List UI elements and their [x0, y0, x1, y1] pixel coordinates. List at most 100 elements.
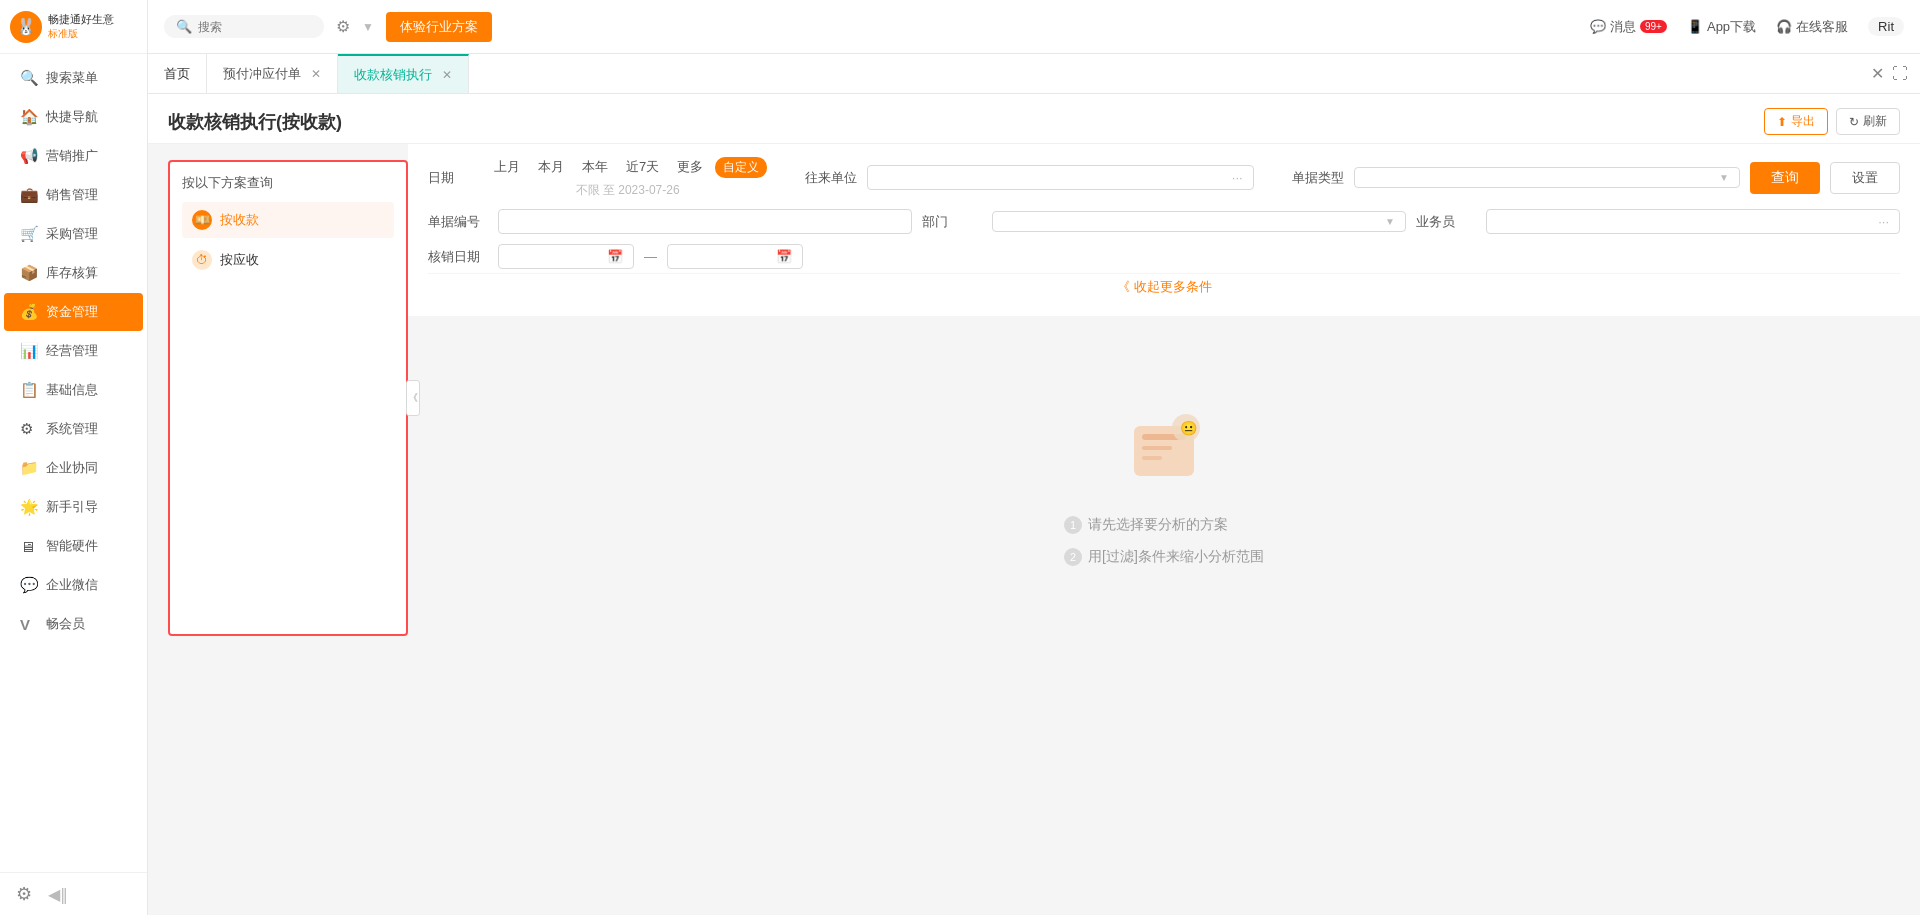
app-icon: 📱 [1687, 19, 1703, 34]
message-icon: 💬 [1590, 19, 1606, 34]
verify-date-start-input[interactable]: 2023-03-01 📅 [498, 244, 634, 269]
empty-tip-2: 2 用[过滤]条件来缩小分析范围 [1064, 548, 1264, 566]
query-option-by-receipt[interactable]: 💴 按收款 [182, 202, 394, 238]
counterparty-input[interactable]: ··· [867, 165, 1253, 190]
empty-tip-1: 1 请先选择要分析的方案 [1064, 516, 1228, 534]
chevron-down-icon: ▼ [1719, 172, 1729, 183]
marketing-icon: 📢 [20, 147, 38, 165]
tab-receivable[interactable]: 收款核销执行 ✕ [338, 54, 469, 93]
date-filter-label: 日期 [428, 169, 478, 187]
sidebar-item-collab[interactable]: 📁 企业协同 [4, 449, 143, 487]
empty-tip-2-text: 用[过滤]条件来缩小分析范围 [1088, 548, 1264, 566]
settings-button[interactable]: 设置 [1830, 162, 1900, 194]
online-service-item[interactable]: 🎧 在线客服 [1776, 18, 1848, 36]
tab-prepay-label: 预付冲应付单 [223, 65, 301, 83]
sidebar-item-label: 智能硬件 [46, 537, 98, 555]
sidebar-item-inventory[interactable]: 📦 库存核算 [4, 254, 143, 292]
sidebar-item-sales[interactable]: 💼 销售管理 [4, 176, 143, 214]
sidebar-item-system[interactable]: ⚙ 系统管理 [4, 410, 143, 448]
topbar-chevron[interactable]: ▼ [362, 20, 374, 34]
collapse-more-button[interactable]: 《 收起更多条件 [428, 273, 1900, 304]
sidebar-item-finance[interactable]: 💰 资金管理 [4, 293, 143, 331]
sidebar-item-label: 营销推广 [46, 147, 98, 165]
query-panel: 按以下方案查询 💴 按收款 ⏱ 按应收 《 [168, 160, 408, 636]
search-input[interactable] [198, 20, 312, 34]
date-shortcut-7days[interactable]: 近7天 [620, 156, 665, 178]
calendar-start-icon[interactable]: 📅 [607, 249, 623, 264]
hardware-icon: 🖥 [20, 538, 38, 555]
sidebar-item-marketing[interactable]: 📢 营销推广 [4, 137, 143, 175]
expand-tabs-icon[interactable]: ⛶ [1892, 65, 1908, 83]
sidebar-item-purchase[interactable]: 🛒 采购管理 [4, 215, 143, 253]
sidebar-item-search[interactable]: 🔍 搜索菜单 [4, 59, 143, 97]
sidebar-item-basic[interactable]: 📋 基础信息 [4, 371, 143, 409]
sidebar-item-label: 新手引导 [46, 498, 98, 516]
staff-field[interactable] [1497, 214, 1878, 229]
guide-icon: 🌟 [20, 498, 38, 516]
staff-dots[interactable]: ··· [1878, 214, 1889, 229]
search-icon: 🔍 [20, 69, 38, 87]
staff-input[interactable]: ··· [1486, 209, 1900, 234]
user-profile[interactable]: Rit [1868, 17, 1904, 36]
export-button[interactable]: ⬆ 导出 [1764, 108, 1828, 135]
verify-date-start-field[interactable]: 2023-03-01 [509, 249, 599, 264]
tab-receivable-label: 收款核销执行 [354, 66, 432, 84]
sidebar-item-label: 快捷导航 [46, 108, 98, 126]
dept-chevron-icon: ▼ [1385, 216, 1395, 227]
calendar-end-icon[interactable]: 📅 [776, 249, 792, 264]
solution-button[interactable]: 体验行业方案 [386, 12, 492, 42]
date-shortcut-custom[interactable]: 自定义 [715, 157, 767, 178]
svg-text:😐: 😐 [1180, 420, 1198, 437]
collapse-panel-button[interactable]: 《 [406, 380, 420, 416]
query-option-by-receivable[interactable]: ⏱ 按应收 [182, 242, 394, 278]
tip-num-2: 2 [1064, 548, 1082, 566]
sidebar-item-member[interactable]: V 畅会员 [4, 605, 143, 643]
counterparty-dots[interactable]: ··· [1232, 170, 1243, 185]
svg-rect-2 [1142, 446, 1172, 450]
close-prepay-tab[interactable]: ✕ [311, 67, 321, 81]
close-receivable-tab[interactable]: ✕ [442, 68, 452, 82]
search-box[interactable]: 🔍 [164, 15, 324, 38]
online-service-label: 在线客服 [1796, 18, 1848, 36]
dept-select[interactable]: ▼ [992, 211, 1406, 232]
bill-type-select[interactable]: ▼ [1354, 167, 1740, 188]
sidebar-item-operation[interactable]: 📊 经营管理 [4, 332, 143, 370]
verify-date-end-field[interactable]: 2023-07-21 [678, 249, 768, 264]
query-button[interactable]: 查询 [1750, 162, 1820, 194]
date-shortcut-more[interactable]: 更多 [671, 156, 709, 178]
query-option-receipt-label: 按收款 [220, 211, 259, 229]
tab-prepay[interactable]: 预付冲应付单 ✕ [207, 54, 338, 93]
verify-date-label: 核销日期 [428, 248, 488, 266]
staff-label: 业务员 [1416, 213, 1476, 231]
close-all-tabs-icon[interactable]: ✕ [1871, 64, 1884, 83]
sidebar-item-label: 基础信息 [46, 381, 98, 399]
bill-number-field[interactable] [509, 214, 901, 229]
collab-icon: 📁 [20, 459, 38, 477]
sidebar-item-weixin[interactable]: 💬 企业微信 [4, 566, 143, 604]
sidebar-item-hardware[interactable]: 🖥 智能硬件 [4, 527, 143, 565]
date-shortcut-this-year[interactable]: 本年 [576, 156, 614, 178]
sidebar-bottom: ⚙ ◀‖ [0, 872, 147, 915]
content-area: 收款核销执行(按收款) ⬆ 导出 ↻ 刷新 按以下方案查询 [148, 94, 1920, 915]
counterparty-field[interactable] [878, 170, 1232, 185]
sidebar-item-nav[interactable]: 🏠 快捷导航 [4, 98, 143, 136]
collapse-sidebar-icon[interactable]: ◀‖ [48, 885, 68, 904]
sales-icon: 💼 [20, 186, 38, 204]
basic-icon: 📋 [20, 381, 38, 399]
gear-icon[interactable]: ⚙ [336, 17, 350, 36]
finance-icon: 💰 [20, 303, 38, 321]
sidebar-item-label: 销售管理 [46, 186, 98, 204]
topbar: 🔍 ⚙ ▼ 体验行业方案 💬 消息 99+ 📱 App下载 🎧 在线客服 Rit [148, 0, 1920, 54]
message-badge-item[interactable]: 💬 消息 99+ [1590, 18, 1667, 36]
verify-date-end-input[interactable]: 2023-07-21 📅 [667, 244, 803, 269]
tab-home[interactable]: 首页 [148, 54, 207, 93]
app-download-item[interactable]: 📱 App下载 [1687, 18, 1756, 36]
refresh-button[interactable]: ↻ 刷新 [1836, 108, 1900, 135]
settings-icon[interactable]: ⚙ [16, 883, 32, 905]
empty-illustration: 😐 [1114, 396, 1214, 496]
bill-number-input[interactable] [498, 209, 912, 234]
sidebar-item-guide[interactable]: 🌟 新手引导 [4, 488, 143, 526]
date-shortcut-this-month[interactable]: 本月 [532, 156, 570, 178]
date-shortcut-last-month[interactable]: 上月 [488, 156, 526, 178]
system-icon: ⚙ [20, 420, 38, 438]
